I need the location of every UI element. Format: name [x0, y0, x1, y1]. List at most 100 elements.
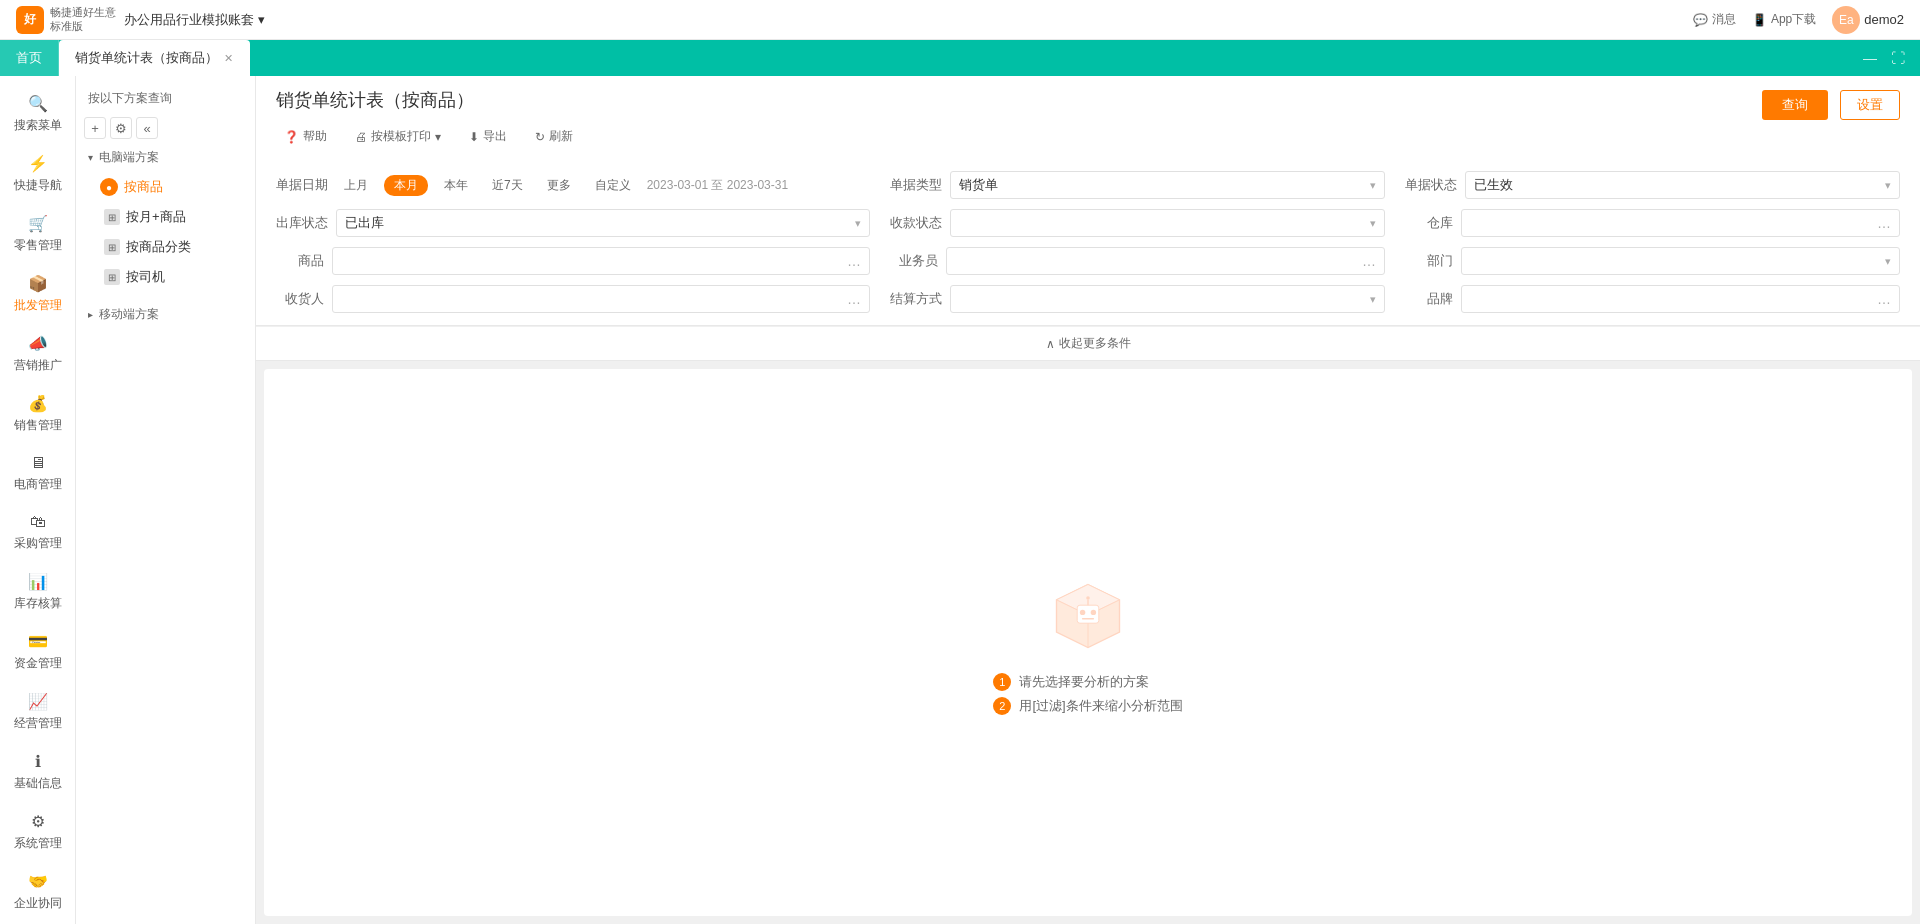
sidebar-item-finance[interactable]: 💳 资金管理 [0, 622, 75, 682]
filter-goods: 商品 … [276, 247, 870, 275]
more-icon: … [1362, 253, 1376, 269]
sidebar-item-purchase[interactable]: 🛍 采购管理 [0, 503, 75, 562]
collect-status-select[interactable]: ▾ [950, 209, 1385, 237]
sidebar-section-mobile[interactable]: ▸ 移动端方案 [76, 300, 255, 329]
finance-icon: 💳 [28, 632, 48, 651]
download-icon: 📱 [1752, 13, 1767, 27]
child-icon: ⊞ [104, 209, 120, 225]
goods-select[interactable]: … [332, 247, 870, 275]
filter-out-status: 出库状态 已出库 ▾ [276, 209, 870, 237]
sidebar-item-system[interactable]: ⚙ 系统管理 [0, 802, 75, 862]
filter-doc-status: 单据状态 已生效 ▾ [1405, 171, 1900, 199]
ecommerce-icon: 🖥 [30, 454, 46, 472]
child-icon: ⊞ [104, 239, 120, 255]
sidebar-item-sales[interactable]: 💰 销售管理 [0, 384, 75, 444]
help-button[interactable]: ❓ 帮助 [276, 124, 335, 149]
date-more[interactable]: 更多 [539, 175, 579, 196]
sidebar-collapse-button[interactable]: « [136, 117, 158, 139]
chevron-down-icon: ▾ [855, 217, 861, 230]
doc-status-select[interactable]: 已生效 ▾ [1465, 171, 1900, 199]
sidebar-item-by-product[interactable]: ● 按商品 [76, 172, 255, 202]
sidebar-item-quicknav[interactable]: ⚡ 快捷导航 [0, 144, 75, 204]
child-icon: ⊞ [104, 269, 120, 285]
filter-settle: 结算方式 ▾ [890, 285, 1385, 313]
tab-sales-stats[interactable]: 销货单统计表（按商品） ✕ [59, 40, 250, 76]
chevron-down-icon: ▾ [435, 130, 441, 144]
tabbar: 首页 销货单统计表（按商品） ✕ — ⛶ [0, 40, 1920, 76]
chevron-down-icon: ▾ [1370, 217, 1376, 230]
filter-panel: 单据日期 上月 本月 本年 近7天 更多 自定义 2023-03-01 至 20… [256, 159, 1920, 326]
dept-select[interactable]: ▾ [1461, 247, 1900, 275]
win-controls: — ⛶ [1860, 48, 1920, 68]
filter-row-1: 单据日期 上月 本月 本年 近7天 更多 自定义 2023-03-01 至 20… [276, 171, 1900, 199]
filter-row-3: 商品 … 业务员 … 部门 [276, 247, 1900, 275]
sidebar-item-by-category[interactable]: ⊞ 按商品分类 [76, 232, 255, 262]
salesman-select[interactable]: … [946, 247, 1385, 275]
tab-home[interactable]: 首页 [0, 40, 59, 76]
more-icon: … [1877, 215, 1891, 231]
enterprise-icon: 🤝 [28, 872, 48, 891]
purchase-icon: 🛍 [30, 513, 46, 531]
date-this-year[interactable]: 本年 [436, 175, 476, 196]
refresh-button[interactable]: ↻ 刷新 [527, 124, 581, 149]
empty-hint-1: 1 请先选择要分析的方案 [993, 673, 1182, 691]
settle-select[interactable]: ▾ [950, 285, 1385, 313]
filter-row-2: 出库状态 已出库 ▾ 收款状态 ▾ 仓库 [276, 209, 1900, 237]
sidebar-settings-button[interactable]: ⚙ [110, 117, 132, 139]
collapse-bar[interactable]: ∧ 收起更多条件 [256, 326, 1920, 361]
chevron-down-icon: ▾ [1370, 293, 1376, 306]
sidebar-item-by-month-product[interactable]: ⊞ 按月+商品 [76, 202, 255, 232]
sidebar-search-row: + ⚙ « [76, 113, 255, 143]
avatar: Ea [1832, 6, 1860, 34]
date-7days[interactable]: 近7天 [484, 175, 531, 196]
app-selector[interactable]: 办公用品行业模拟账套 ▾ [124, 11, 265, 29]
receiver-select[interactable]: … [332, 285, 870, 313]
sidebar-wide: 按以下方案查询 + ⚙ « ▾ 电脑端方案 ● 按商品 ⊞ 按月+商品 ⊞ 按商… [76, 76, 256, 924]
date-custom[interactable]: 自定义 [587, 175, 639, 196]
system-icon: ⚙ [31, 812, 45, 831]
user-profile[interactable]: Ea demo2 [1832, 6, 1904, 34]
sidebar-add-button[interactable]: + [84, 117, 106, 139]
logo-area: 好 畅捷通好生意 标准版 [16, 6, 116, 34]
export-button[interactable]: ⬇ 导出 [461, 124, 515, 149]
sidebar-item-retail[interactable]: 🛒 零售管理 [0, 204, 75, 264]
sidebar-narrow: 🔍 搜索菜单 ⚡ 快捷导航 🛒 零售管理 📦 批发管理 📣 营销推广 💰 销售管… [0, 76, 76, 924]
sidebar-item-search[interactable]: 🔍 搜索菜单 [0, 84, 75, 144]
empty-illustration [1043, 571, 1133, 661]
chevron-down-icon: ▾ [88, 152, 93, 163]
filter-dept: 部门 ▾ [1405, 247, 1900, 275]
query-button[interactable]: 查询 [1762, 90, 1828, 120]
setting-button[interactable]: 设置 [1840, 90, 1900, 120]
brand-select[interactable]: … [1461, 285, 1900, 313]
print-icon: 🖨 [355, 130, 367, 144]
logo-icon: 好 [16, 6, 44, 34]
sales-icon: 💰 [28, 394, 48, 413]
hint-num-2: 2 [993, 697, 1011, 715]
filter-collect-status: 收款状态 ▾ [890, 209, 1385, 237]
sidebar-item-marketing[interactable]: 📣 营销推广 [0, 324, 75, 384]
out-status-select[interactable]: 已出库 ▾ [336, 209, 870, 237]
app-download-action[interactable]: 📱 App下载 [1752, 11, 1816, 28]
sidebar-item-basicinfo[interactable]: ℹ 基础信息 [0, 742, 75, 802]
date-last-month[interactable]: 上月 [336, 175, 376, 196]
sidebar-item-wholesale[interactable]: 📦 批发管理 [0, 264, 75, 324]
sidebar-item-enterprise[interactable]: 🤝 企业协同 [0, 862, 75, 922]
date-this-month[interactable]: 本月 [384, 175, 428, 196]
sidebar-item-operations[interactable]: 📈 经营管理 [0, 682, 75, 742]
tab-close-icon[interactable]: ✕ [224, 52, 233, 65]
message-action[interactable]: 💬 消息 [1693, 11, 1736, 28]
logo-text: 畅捷通好生意 标准版 [50, 6, 116, 32]
sidebar-item-ecommerce[interactable]: 🖥 电商管理 [0, 444, 75, 503]
sidebar-item-by-driver[interactable]: ⊞ 按司机 [76, 262, 255, 292]
minimize-button[interactable]: — [1860, 48, 1880, 68]
template-print-button[interactable]: 🖨 按模板打印 ▾ [347, 124, 449, 149]
filter-receiver: 收货人 … [276, 285, 870, 313]
wholesale-icon: 📦 [28, 274, 48, 293]
sidebar-item-inventory[interactable]: 📊 库存核算 [0, 562, 75, 622]
more-icon: … [1877, 291, 1891, 307]
doc-type-select[interactable]: 销货单 ▾ [950, 171, 1385, 199]
sidebar-section-pc[interactable]: ▾ 电脑端方案 [76, 143, 255, 172]
warehouse-select[interactable]: … [1461, 209, 1900, 237]
maximize-button[interactable]: ⛶ [1888, 48, 1908, 68]
filter-brand: 品牌 … [1405, 285, 1900, 313]
